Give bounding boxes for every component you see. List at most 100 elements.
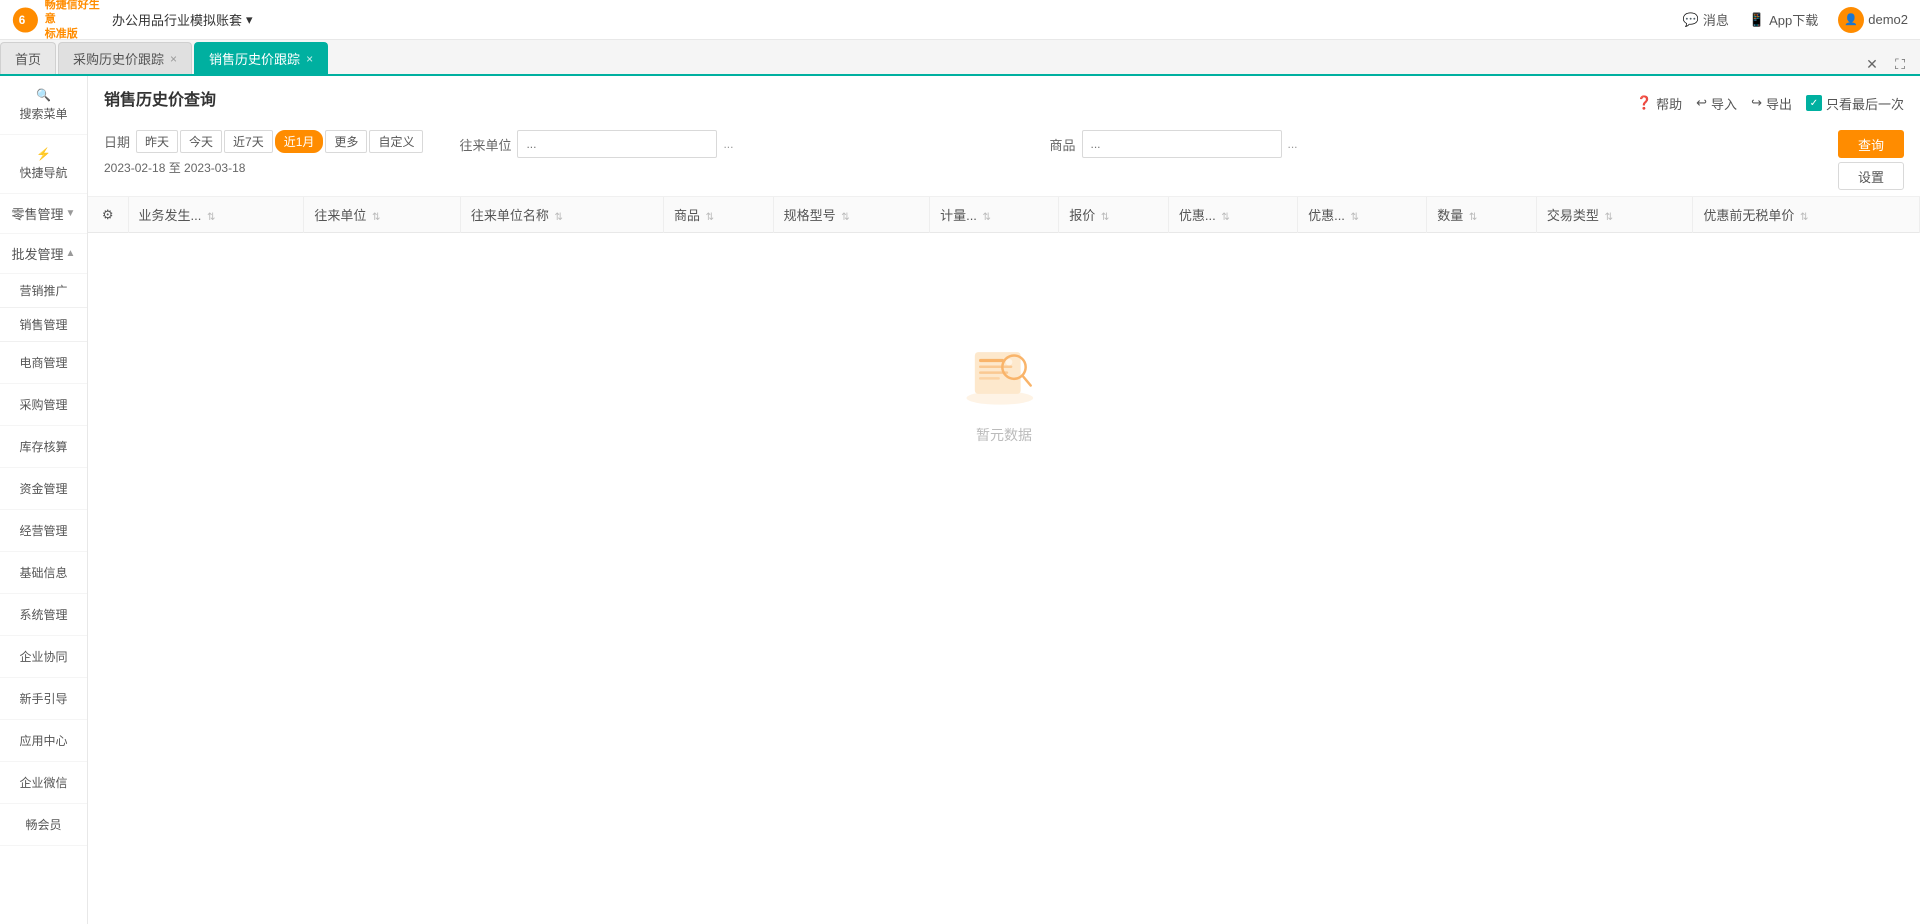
col-quantity[interactable]: 数量 ⇅ [1427, 197, 1537, 233]
sort-icon-trade-type: ⇅ [1605, 212, 1613, 223]
only-last-checkbox[interactable]: ✓ 只看最后一次 [1806, 94, 1904, 113]
date-range-text: 2023-02-18 至 2023-03-18 [104, 159, 423, 176]
tab-sales-history-close[interactable]: × [306, 53, 313, 65]
logo-icon: 6 [12, 4, 39, 36]
date-yesterday-btn[interactable]: 昨天 [136, 130, 178, 153]
checkbox-icon: ✓ [1806, 95, 1822, 111]
col-pre-tax-price[interactable]: 优惠前无税单价 ⇅ [1693, 197, 1920, 233]
sidebar-item-quick-nav[interactable]: ⚡ 快捷导航 [0, 135, 87, 194]
sidebar-item-guide[interactable]: 新手引导 [0, 678, 87, 720]
import-icon: ↩ [1696, 95, 1707, 111]
help-btn[interactable]: ❓ 帮助 [1636, 94, 1682, 113]
col-business-date[interactable]: 业务发生... ⇅ [128, 197, 304, 233]
table-header-row: ⚙ 业务发生... ⇅ 往来单位 ⇅ 往来单位名称 ⇅ [88, 197, 1920, 233]
date-more-btn[interactable]: 更多 [325, 130, 367, 153]
col-discount2[interactable]: 优惠... ⇅ [1298, 197, 1427, 233]
sidebar-item-inventory[interactable]: 库存核算 [0, 426, 87, 468]
avatar: 👤 [1838, 7, 1864, 33]
col-discount1[interactable]: 优惠... ⇅ [1168, 197, 1297, 233]
date-7days-btn[interactable]: 近7天 [224, 130, 273, 153]
sidebar-item-purchase[interactable]: 采购管理 [0, 384, 87, 426]
tab-home-label: 首页 [15, 49, 41, 68]
date-today-btn[interactable]: 今天 [180, 130, 222, 153]
tab-bar: 首页 采购历史价跟踪 × 销售历史价跟踪 × ✕ ⛶ [0, 40, 1920, 76]
sidebar-item-sales-mgmt[interactable]: 销售管理 [0, 308, 87, 342]
sort-icon-unit: ⇅ [983, 212, 991, 223]
empty-state: 暂元数据 [88, 233, 1920, 545]
message-icon: 💬 [1683, 12, 1699, 28]
sidebar-item-wholesale-mgmt[interactable]: 批发管理 ▲ [0, 234, 87, 274]
wholesale-chevron-up-icon: ▲ [66, 248, 76, 259]
sidebar-item-member[interactable]: 畅会员 [0, 804, 87, 846]
col-trade-type[interactable]: 交易类型 ⇅ [1536, 197, 1692, 233]
retail-chevron-down-icon: ▼ [66, 208, 76, 219]
settings-button[interactable]: 设置 [1838, 162, 1904, 190]
product-dots-btn[interactable]: ... [1288, 137, 1298, 151]
col-settings[interactable]: ⚙ [88, 197, 128, 233]
col-unit[interactable]: 计量... ⇅ [930, 197, 1059, 233]
sidebar-item-corp-wechat[interactable]: 企业微信 [0, 762, 87, 804]
tab-close-all-btn[interactable]: ✕ [1862, 54, 1882, 74]
sidebar-item-ecommerce[interactable]: 电商管理 [0, 342, 87, 384]
sidebar-item-enterprise[interactable]: 企业协同 [0, 636, 87, 678]
tab-sales-history-label: 销售历史价跟踪 [209, 49, 300, 68]
app-download-btn[interactable]: 📱 App下载 [1749, 10, 1818, 29]
date-filter-label: 日期 [104, 132, 130, 151]
sidebar-item-retail-mgmt[interactable]: 零售管理 ▼ [0, 194, 87, 234]
date-filter-col: 日期 昨天 今天 近7天 近1月 更多 自定义 2023-02-18 至 202… [104, 130, 423, 176]
sort-icon-spec: ⇅ [841, 212, 849, 223]
date-1month-btn[interactable]: 近1月 [275, 130, 324, 153]
sort-icon-product: ⇅ [706, 212, 714, 223]
export-icon: ↪ [1751, 95, 1762, 111]
partner-label: 往来单位 [459, 135, 511, 154]
empty-state-text: 暂元数据 [976, 425, 1032, 445]
help-icon: ❓ [1636, 95, 1652, 111]
product-input[interactable] [1082, 130, 1282, 158]
sort-icon-discount1: ⇅ [1221, 212, 1229, 223]
col-product[interactable]: 商品 ⇅ [663, 197, 773, 233]
table-area: ⚙ 业务发生... ⇅ 往来单位 ⇅ 往来单位名称 ⇅ [88, 197, 1920, 924]
breadcrumb-dropdown[interactable]: 办公用品行业模拟账套 ▾ [112, 10, 253, 29]
tab-purchase-history-label: 采购历史价跟踪 [73, 49, 164, 68]
message-btn[interactable]: 💬 消息 [1683, 10, 1729, 29]
breadcrumb: 办公用品行业模拟账套 ▾ [100, 10, 1683, 29]
empty-state-icon [954, 333, 1054, 413]
page-title: 销售历史价查询 [104, 86, 216, 110]
partner-dots-btn[interactable]: ... [723, 137, 733, 151]
col-spec[interactable]: 规格型号 ⇅ [773, 197, 929, 233]
sidebar-item-finance[interactable]: 资金管理 [0, 468, 87, 510]
tab-home[interactable]: 首页 [0, 42, 56, 74]
user-avatar-btn[interactable]: 👤 demo2 [1838, 7, 1908, 33]
col-quoted-price[interactable]: 报价 ⇅ [1059, 197, 1169, 233]
sidebar-item-operations[interactable]: 经营管理 [0, 510, 87, 552]
sidebar-item-basic-info[interactable]: 基础信息 [0, 552, 87, 594]
import-btn[interactable]: ↩ 导入 [1696, 94, 1737, 113]
sidebar-item-system[interactable]: 系统管理 [0, 594, 87, 636]
top-right-area: 💬 消息 📱 App下载 👤 demo2 [1683, 7, 1908, 33]
sort-icon-pre-tax-price: ⇅ [1800, 212, 1808, 223]
sort-icon-quantity: ⇅ [1469, 212, 1477, 223]
partner-input[interactable] [517, 130, 717, 158]
date-custom-btn[interactable]: 自定义 [369, 130, 423, 153]
partner-filter: 往来单位 ... [459, 130, 733, 158]
sort-icon-quoted-price: ⇅ [1101, 212, 1109, 223]
sidebar-item-app-center[interactable]: 应用中心 [0, 720, 87, 762]
query-button[interactable]: 查询 [1838, 130, 1904, 158]
col-partner-code[interactable]: 往来单位 ⇅ [304, 197, 460, 233]
export-btn[interactable]: ↪ 导出 [1751, 94, 1792, 113]
date-buttons: 昨天 今天 近7天 近1月 更多 自定义 [136, 130, 423, 153]
tab-fullscreen-btn[interactable]: ⛶ [1890, 54, 1910, 74]
logo-text: 畅捷信好生意 标准版 [45, 0, 100, 41]
top-header: 6 畅捷信好生意 标准版 办公用品行业模拟账套 ▾ 💬 消息 📱 App下载 👤… [0, 0, 1920, 40]
tab-purchase-history-close[interactable]: × [170, 53, 177, 65]
chevron-down-icon: ▾ [246, 12, 253, 28]
tab-purchase-history[interactable]: 采购历史价跟踪 × [58, 42, 192, 74]
data-table: ⚙ 业务发生... ⇅ 往来单位 ⇅ 往来单位名称 ⇅ [88, 197, 1920, 233]
sidebar-item-marketing[interactable]: 营销推广 [0, 274, 87, 308]
sort-icon-partner-code: ⇅ [372, 212, 380, 223]
sort-icon-business-date: ⇅ [207, 212, 215, 223]
col-partner-name[interactable]: 往来单位名称 ⇅ [460, 197, 663, 233]
content-area: 销售历史价查询 ❓ 帮助 ↩ 导入 ↪ 导出 ✓ 只看最后一次 [88, 76, 1920, 924]
tab-sales-history[interactable]: 销售历史价跟踪 × [194, 42, 328, 74]
sidebar-item-search-menu[interactable]: 🔍 搜索菜单 [0, 76, 87, 135]
